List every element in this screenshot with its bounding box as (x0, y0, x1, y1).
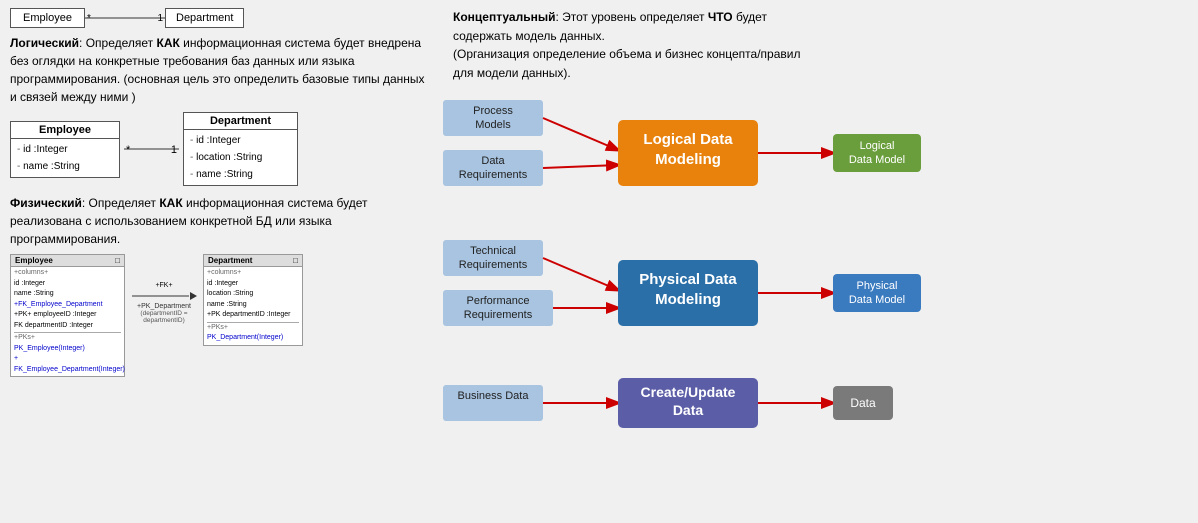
svg-text:Logical Data: Logical Data (643, 131, 733, 148)
svg-text:Logical: Logical (860, 140, 895, 152)
svg-text:Performance: Performance (467, 295, 530, 307)
svg-text:Modeling: Modeling (655, 151, 721, 168)
svg-text:Data: Data (850, 396, 876, 410)
dept-physical-table: Department □ +columns+ id :Integer locat… (203, 254, 303, 346)
conceptual-text-right: Концептуальный: Этот уровень определяет … (443, 8, 823, 82)
svg-text:Requirements: Requirements (459, 259, 528, 271)
svg-text:Physical Data: Physical Data (639, 271, 737, 288)
svg-text:Technical: Technical (470, 245, 516, 257)
dept-logical-table: Department - id :Integer - location :Str… (183, 112, 298, 186)
emp-logical-table: Employee - id :Integer - name :String (10, 121, 120, 178)
logical-section-text: Логический: Определяет КАК информационна… (10, 34, 425, 106)
svg-text:Create/Update: Create/Update (641, 384, 736, 400)
svg-text:Business Data: Business Data (458, 390, 530, 402)
svg-text:Data Model: Data Model (849, 154, 905, 166)
svg-text:Data: Data (481, 155, 505, 167)
emp-physical-table: Employee □ +columns+ id :Integer name :S… (10, 254, 125, 377)
physical-section-text: Физический: Определяет КАК информационна… (10, 194, 425, 248)
emp-box-simple: Employee (10, 8, 85, 28)
svg-text:Models: Models (475, 119, 511, 131)
flow-diagram: Process Models Data Requirements Logical… (443, 90, 1198, 450)
svg-text:Physical: Physical (857, 280, 898, 292)
star-logical: * (126, 144, 130, 156)
svg-text:Requirements: Requirements (464, 309, 533, 321)
one-logical: 1 (171, 144, 177, 156)
svg-text:Data: Data (673, 402, 704, 418)
svg-text:Process: Process (473, 105, 513, 117)
star-label-simple: * (87, 13, 91, 24)
dept-box-simple: Department (165, 8, 244, 28)
one-label-simple: 1 (157, 13, 163, 24)
svg-text:Data Model: Data Model (849, 294, 905, 306)
svg-text:Modeling: Modeling (655, 291, 721, 308)
svg-text:Requirements: Requirements (459, 169, 528, 181)
